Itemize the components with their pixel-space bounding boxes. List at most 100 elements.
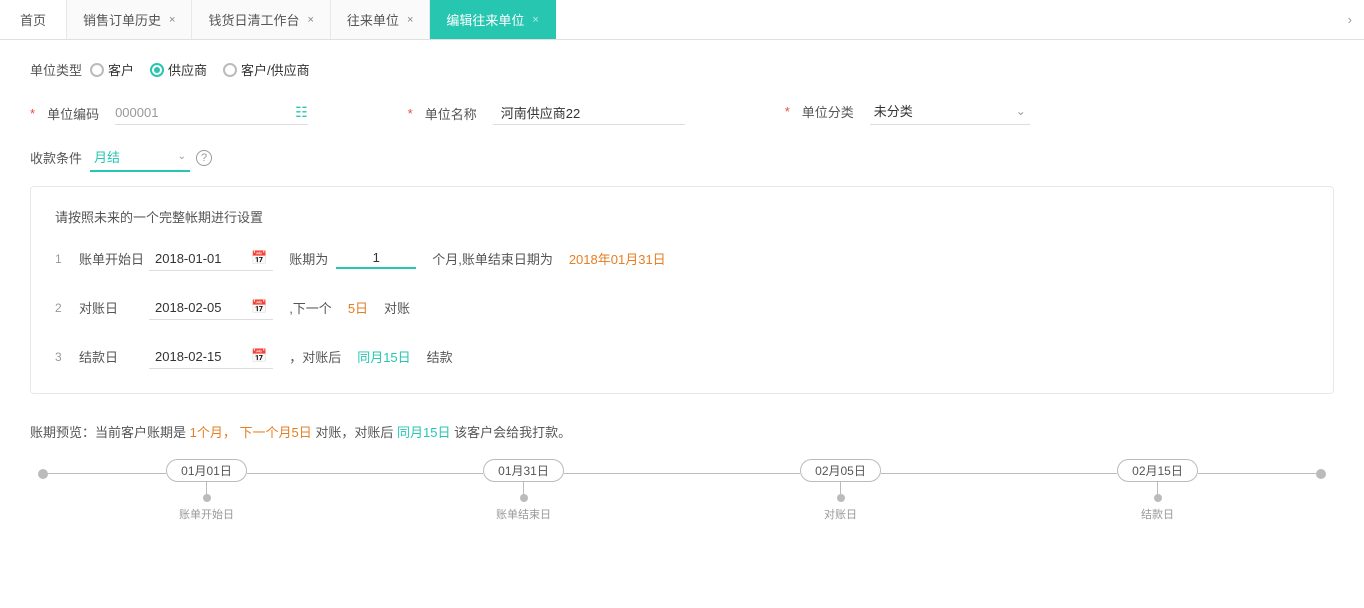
preview-section: 账期预览：当前客户账期是 1个月， 下一个月5日 对账，对账后 同月15日 该客… — [30, 410, 1334, 528]
tl-line-3 — [682, 473, 800, 474]
tl-label-1: 账单开始日 — [179, 506, 234, 522]
unit-category-label: 单位分类 — [802, 102, 854, 121]
timeline-start — [38, 459, 48, 479]
tl-badge-4: 02月15日 — [1117, 459, 1198, 482]
unit-type-label: 单位类型 — [30, 60, 82, 79]
unit-category-select[interactable]: 未分类 ⌄ — [870, 97, 1030, 125]
tab-edit-partner-label: 编辑往来单位 — [446, 10, 524, 29]
period-row-1-label: 账单开始日 — [79, 249, 149, 268]
radio-both-label: 客户/供应商 — [241, 60, 310, 79]
tl-line-1b — [247, 473, 365, 474]
period-row-3-desc-pre: ，对账后 — [289, 347, 341, 366]
tl-badge-2: 01月31日 — [483, 459, 564, 482]
period-row-2-desc-post: 对账 — [384, 298, 410, 317]
period-row-3: 3 结款日 📅 ，对账后 同月15日 结款 — [55, 344, 1309, 369]
unit-name-input[interactable] — [493, 101, 685, 125]
calendar-icon-2[interactable]: 📅 — [251, 299, 267, 315]
tl-node-2: 01月31日 账单结束日 — [483, 459, 564, 522]
timeline-segment-4: 02月15日 结款日 — [999, 459, 1316, 522]
preview-suffix: 该客户会给我打款。 — [454, 425, 571, 440]
unit-type-row: 单位类型 客户 供应商 客户/供应商 — [30, 60, 1334, 79]
tl-badge-3: 02月05日 — [800, 459, 881, 482]
tab-more-arrow[interactable]: › — [1336, 0, 1364, 39]
radio-supplier-circle — [150, 63, 164, 77]
tab-cashflow-close[interactable]: × — [307, 14, 313, 26]
unit-code-group: * 单位编码 ☷ — [30, 101, 308, 125]
timeline-segment-3: 02月05日 对账日 — [682, 459, 999, 522]
period-row-3-desc-post: 结款 — [427, 347, 453, 366]
tl-node-3: 02月05日 对账日 — [800, 459, 881, 522]
tl-badge-1: 01月01日 — [166, 459, 247, 482]
payment-terms-select[interactable]: 月结 ⌄ — [90, 143, 190, 172]
tl-node-3-connector — [840, 482, 841, 494]
period-row-2-num: 2 — [55, 301, 79, 315]
timeline-segment-2: 01月31日 账单结束日 — [365, 459, 682, 522]
period-row-2-desc-pre: ,下一个 — [289, 298, 332, 317]
radio-supplier-label: 供应商 — [168, 60, 207, 79]
period-row-1-date-input[interactable]: 📅 — [149, 246, 273, 271]
preview-text: 账期预览：当前客户账期是 1个月， 下一个月5日 对账，对账后 同月15日 该客… — [30, 422, 1334, 441]
radio-customer-circle — [90, 63, 104, 77]
tab-edit-partner-close[interactable]: × — [532, 14, 538, 26]
payment-terms-value: 月结 — [94, 147, 174, 166]
period-row-1-desc-pre: 账期为 — [289, 249, 328, 268]
calendar-icon-1[interactable]: 📅 — [251, 250, 267, 266]
radio-both[interactable]: 客户/供应商 — [223, 60, 310, 79]
period-payment-date-field[interactable] — [155, 349, 245, 364]
tab-partner[interactable]: 往来单位 × — [331, 0, 430, 39]
unit-code-input[interactable] — [115, 101, 291, 124]
tl-line-2b — [564, 473, 682, 474]
unit-category-group: * 单位分类 未分类 ⌄ — [785, 97, 1030, 125]
unit-code-copy-icon[interactable]: ☷ — [295, 104, 308, 121]
period-row-1: 1 账单开始日 📅 账期为 个月,账单结束日期为 2018年01月31日 — [55, 246, 1309, 271]
timeline-segment-1: 01月01日 账单开始日 — [48, 459, 365, 522]
period-settings-panel: 请按照未来的一个完整帐期进行设置 1 账单开始日 📅 账期为 个月,账单结束日期… — [30, 186, 1334, 394]
chevron-right-icon: › — [1348, 12, 1352, 27]
preview-part1: 1个月， — [190, 425, 236, 440]
calendar-icon-3[interactable]: 📅 — [251, 348, 267, 364]
period-row-2-highlight: 5日 — [348, 298, 368, 317]
tl-line-4 — [999, 473, 1117, 474]
unit-name-label: 单位名称 — [425, 104, 477, 123]
period-months-input[interactable] — [336, 248, 416, 269]
period-reconcile-date-field[interactable] — [155, 300, 245, 315]
tl-node-2-dot — [520, 494, 528, 502]
period-start-date-field[interactable] — [155, 251, 245, 266]
tl-node-4-connector — [1157, 482, 1158, 494]
preview-part2: 下一个月5日 — [240, 425, 312, 440]
timeline: 01月01日 账单开始日 01月31日 账单结束日 — [30, 459, 1334, 522]
period-row-3-date-input[interactable]: 📅 — [149, 344, 273, 369]
radio-both-circle — [223, 63, 237, 77]
period-row-1-num: 1 — [55, 252, 79, 266]
tab-cashflow-label: 钱货日清工作台 — [208, 10, 299, 29]
tab-sales-history[interactable]: 销售订单历史 × — [67, 0, 192, 39]
tl-node-4-dot — [1154, 494, 1162, 502]
panel-title: 请按照未来的一个完整帐期进行设置 — [55, 207, 1309, 226]
tab-home[interactable]: 首页 — [0, 0, 67, 39]
tl-line-4b — [1198, 473, 1316, 474]
payment-terms-row: 收款条件 月结 ⌄ ? — [30, 143, 1334, 172]
tl-label-2: 账单结束日 — [496, 506, 551, 522]
preview-prefix: 账期预览：当前客户账期是 — [30, 425, 186, 440]
main-content: 单位类型 客户 供应商 客户/供应商 * 单位编码 ☷ — [0, 40, 1364, 608]
period-row-2-date-input[interactable]: 📅 — [149, 295, 273, 320]
tab-edit-partner[interactable]: 编辑往来单位 × — [430, 0, 555, 39]
help-icon[interactable]: ? — [196, 150, 212, 166]
payment-terms-label: 收款条件 — [30, 148, 82, 167]
unit-code-required-star: * — [30, 106, 35, 121]
radio-supplier[interactable]: 供应商 — [150, 60, 207, 79]
unit-type-radio-group: 客户 供应商 客户/供应商 — [90, 60, 310, 79]
unit-name-required-star: * — [408, 106, 413, 121]
period-row-3-label: 结款日 — [79, 347, 149, 366]
tab-sales-history-close[interactable]: × — [169, 14, 175, 26]
unit-code-input-wrapper: ☷ — [115, 101, 308, 125]
tab-partner-close[interactable]: × — [407, 14, 413, 26]
tab-cashflow[interactable]: 钱货日清工作台 × — [192, 0, 330, 39]
unit-category-value: 未分类 — [874, 101, 1012, 120]
tl-line-1 — [48, 473, 166, 474]
unit-code-label: 单位编码 — [47, 104, 99, 123]
chevron-down-icon: ⌄ — [1016, 104, 1026, 118]
timeline-start-dot — [38, 469, 48, 479]
radio-customer[interactable]: 客户 — [90, 60, 134, 79]
radio-customer-label: 客户 — [108, 60, 134, 79]
